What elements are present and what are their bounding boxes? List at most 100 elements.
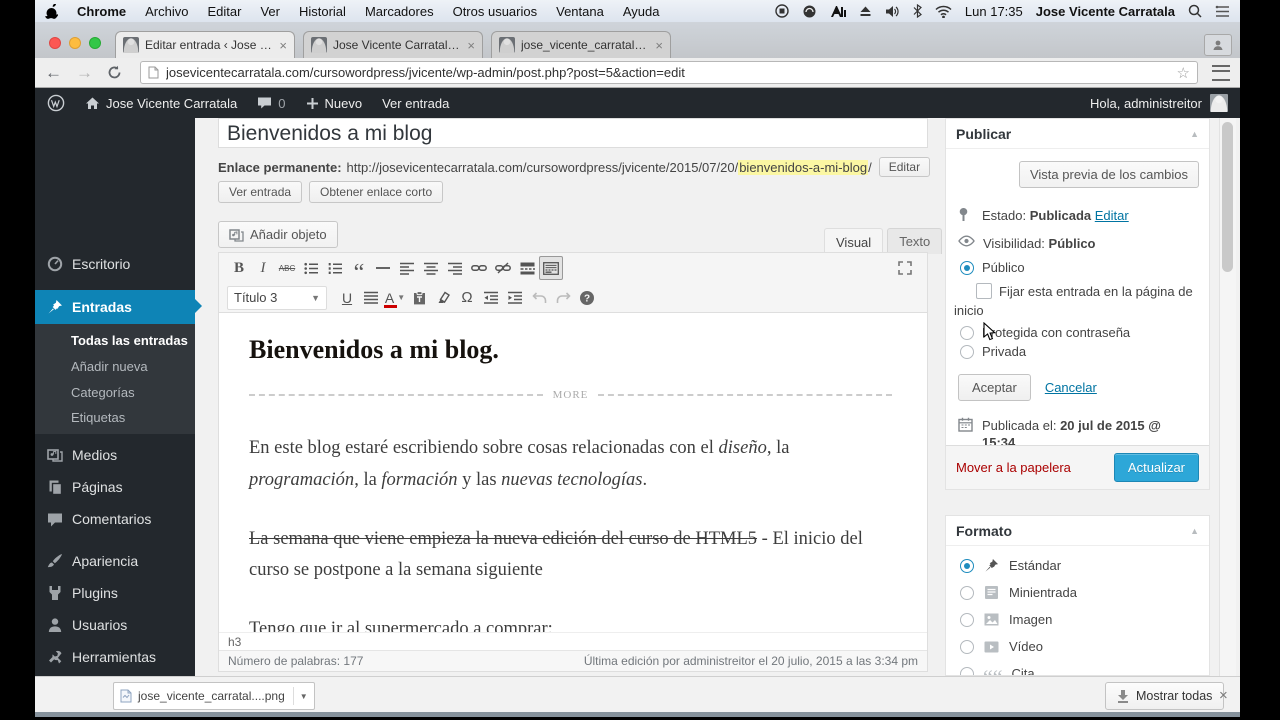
tab-png-file[interactable]: jose_vicente_carratala-1.p × [491,31,671,58]
menubar-item-ventana[interactable]: Ventana [556,4,604,19]
sidebar-item-medios[interactable]: Medios [35,439,195,471]
radio-button[interactable] [960,612,974,627]
scrollbar-thumb[interactable] [1222,122,1233,272]
comments-link[interactable]: 0 [257,96,286,111]
ok-button[interactable]: Aceptar [958,374,1031,401]
menubar-item-marcadores[interactable]: Marcadores [365,4,434,19]
insert-link-button[interactable] [467,256,491,280]
tab-close-icon[interactable]: × [467,39,475,52]
menubar-user[interactable]: Jose Vicente Carratala [1036,4,1175,19]
menubar-item-otros-usuarios[interactable]: Otros usuarios [453,4,538,19]
bookmark-star-icon[interactable]: ☆ [1177,64,1190,82]
menubar-item-editar[interactable]: Editar [207,4,241,19]
editor-content[interactable]: Bienvenidos a mi blog. MORE En este blog… [219,313,927,639]
more-tag-button[interactable] [515,256,539,280]
update-button[interactable]: Actualizar [1113,453,1199,482]
toolbar-toggle-button[interactable] [539,256,563,280]
outdent-button[interactable] [479,286,503,310]
sidebar-item-entradas[interactable]: Entradas [35,290,202,324]
sidebar-item-herramientas[interactable]: Herramientas [35,641,195,673]
element-path[interactable]: h3 [228,635,241,649]
preview-changes-button[interactable]: Vista previa de los cambios [1018,161,1199,188]
underline-button[interactable]: U [335,286,359,310]
align-center-button[interactable] [419,256,443,280]
close-download-bar-icon[interactable]: × [1219,687,1228,704]
back-button[interactable]: ← [45,63,62,83]
avatar[interactable] [1210,94,1228,112]
radio-button[interactable] [960,344,974,359]
blockquote-button[interactable]: “ [347,251,371,285]
text-color-button[interactable]: A ▼ [383,286,407,310]
menubar-clock[interactable]: Lun 17:35 [965,4,1023,19]
move-to-trash-link[interactable]: Mover a la papelera [956,460,1071,475]
radio-button[interactable] [960,260,974,275]
edit-permalink-button[interactable]: Editar [878,157,931,177]
menubar-item-ver[interactable]: Ver [260,4,280,19]
cancel-link[interactable]: Cancelar [1045,380,1097,395]
reload-button[interactable] [107,65,122,80]
chrome-menu-icon[interactable] [1212,64,1230,81]
submenu-anadir-nueva[interactable]: Añadir nueva [71,359,148,374]
indent-button[interactable] [503,286,527,310]
menubar-item-historial[interactable]: Historial [299,4,346,19]
close-window-button[interactable] [49,37,61,49]
format-option-video[interactable]: Vídeo [960,639,1209,654]
maximize-window-button[interactable] [89,37,101,49]
record-icon[interactable] [775,4,789,18]
show-all-downloads-button[interactable]: Mostrar todas [1105,682,1225,710]
chevron-down-icon[interactable]: ▼ [300,692,308,701]
paste-as-text-button[interactable] [407,286,431,310]
format-option-estandar[interactable]: Estándar [960,558,1209,573]
redo-button[interactable] [551,286,575,310]
add-media-button[interactable]: Añadir objeto [218,221,338,248]
radio-button[interactable] [960,666,974,675]
collapse-toggle-icon[interactable]: ▲ [1190,129,1199,139]
horizontal-rule-button[interactable] [371,256,395,280]
submenu-todas-las-entradas[interactable]: Todas las entradas [71,333,188,348]
download-item[interactable]: jose_vicente_carratal....png ▼ [113,682,315,710]
submenu-categorias[interactable]: Categorías [71,385,135,400]
view-post-link[interactable]: Ver entrada [382,96,449,111]
notification-center-icon[interactable] [1215,5,1230,18]
fullscreen-button[interactable] [893,256,917,280]
wp-logo-icon[interactable] [47,94,65,112]
sidebar-item-apariencia[interactable]: Apariencia [35,545,195,577]
tab-close-icon[interactable]: × [279,39,287,52]
justify-button[interactable] [359,286,383,310]
site-link[interactable]: Jose Vicente Carratala [85,96,237,111]
format-option-minientrada[interactable]: Minientrada [960,585,1209,600]
publish-box-header[interactable]: Publicar ▲ [946,119,1209,149]
help-button[interactable]: ? [575,286,599,310]
special-character-button[interactable]: Ω [455,286,479,310]
forward-button[interactable]: → [76,63,93,83]
radio-button[interactable] [960,639,974,654]
sticky-checkbox-row[interactable]: Fijar esta entrada en la página de inici… [954,282,1201,320]
view-post-button[interactable]: Ver entrada [218,181,303,203]
collapse-toggle-icon[interactable]: ▲ [1190,526,1199,536]
menubar-item-archivo[interactable]: Archivo [145,4,188,19]
input-source-icon[interactable] [830,5,846,18]
remove-link-button[interactable] [491,256,515,280]
submenu-etiquetas[interactable]: Etiquetas [71,410,125,425]
sidebar-item-plugins[interactable]: Plugins [35,577,195,609]
wifi-icon[interactable] [935,5,952,18]
tab-close-icon[interactable]: × [655,39,663,52]
creative-cloud-icon[interactable] [802,5,817,18]
new-content-link[interactable]: Nuevo [306,96,362,111]
profile-button[interactable] [1204,34,1232,56]
minimize-window-button[interactable] [69,37,81,49]
bulleted-list-button[interactable] [299,256,323,280]
sticky-checkbox[interactable] [976,283,992,299]
bold-button[interactable]: B [227,256,251,280]
format-option-imagen[interactable]: Imagen [960,612,1209,627]
address-bar[interactable]: josevicentecarratala.com/cursowordpress/… [140,61,1198,84]
menubar-app-name[interactable]: Chrome [77,4,126,19]
get-shortlink-button[interactable]: Obtener enlace corto [309,181,444,203]
radio-publico[interactable]: Público [960,260,1197,275]
clear-formatting-button[interactable] [431,286,455,310]
radio-button[interactable] [960,585,974,600]
format-select[interactable]: Título 3 ▼ [227,285,327,310]
menubar-item-ayuda[interactable]: Ayuda [623,4,660,19]
align-right-button[interactable] [443,256,467,280]
sidebar-item-escritorio[interactable]: Escritorio [35,248,195,280]
